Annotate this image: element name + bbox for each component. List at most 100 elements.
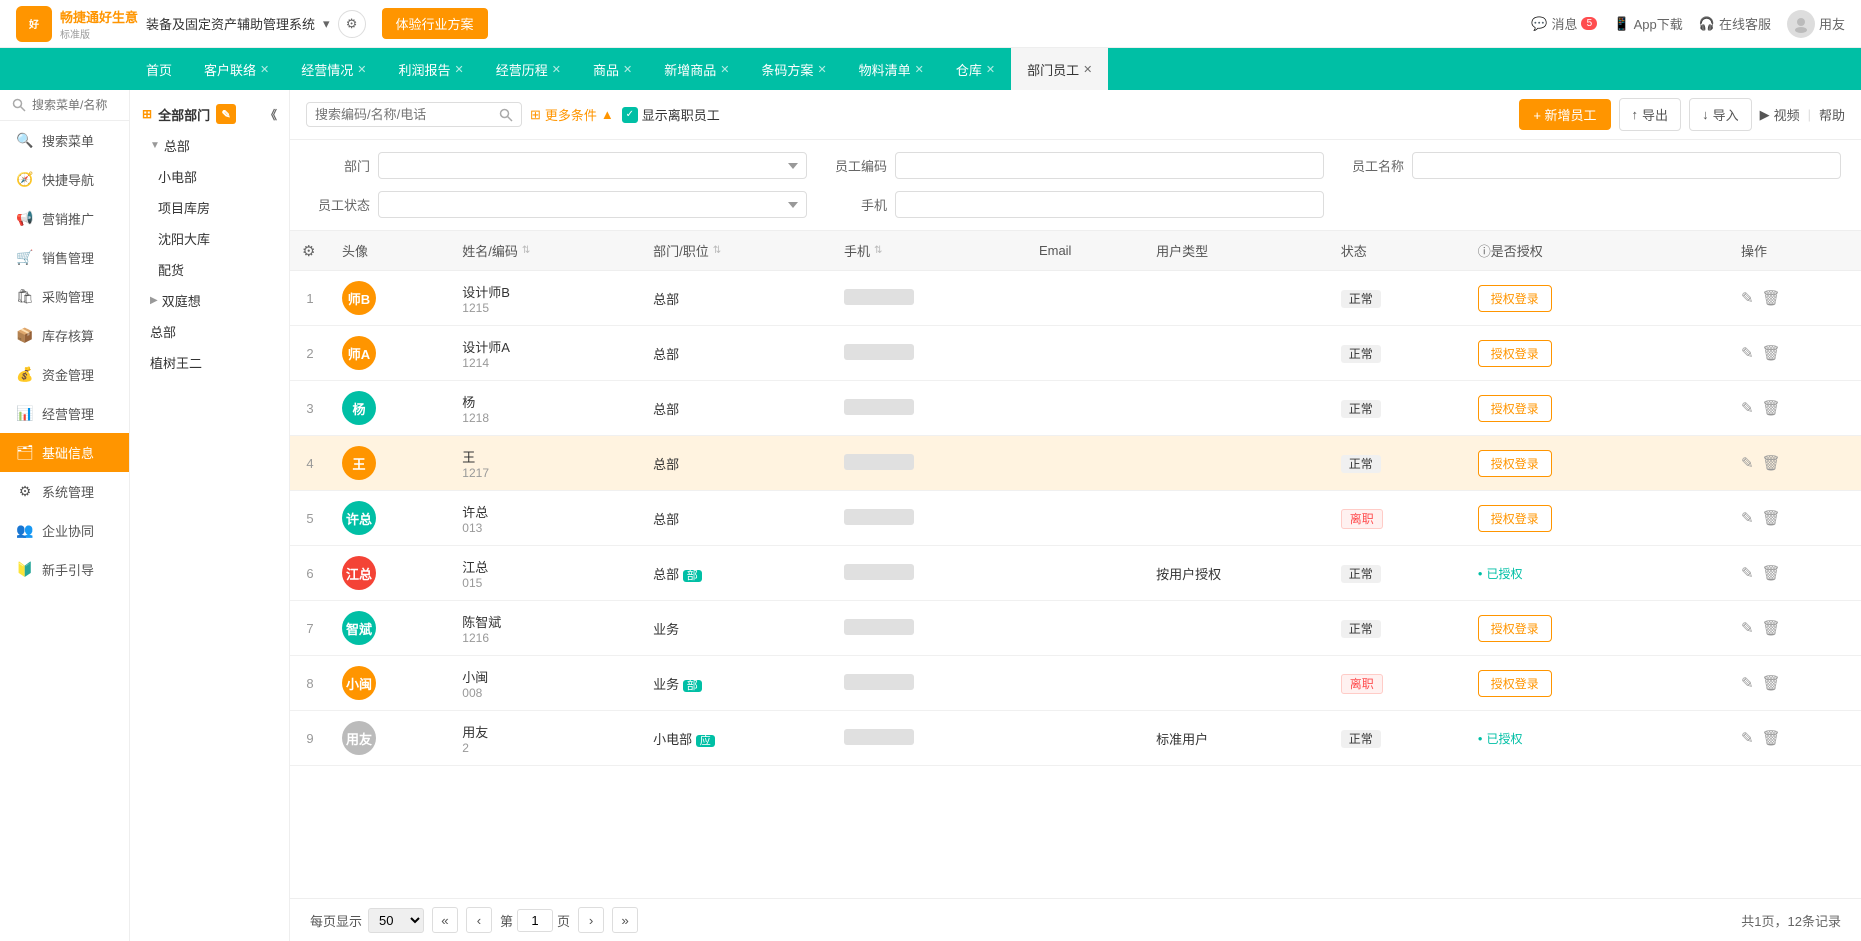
sidebar-item-stock[interactable]: 📦 库存核算	[0, 316, 129, 355]
delete-icon[interactable]: 🗑	[1762, 674, 1781, 692]
edit-icon[interactable]: ✎	[1741, 344, 1754, 362]
sidebar-item-finance[interactable]: 💰 资金管理	[0, 355, 129, 394]
sidebar-item-purchase[interactable]: 🛍 采购管理	[0, 277, 129, 316]
delete-icon[interactable]: 🗑	[1762, 619, 1781, 637]
tab-new-goods[interactable]: 新增商品✕	[648, 48, 745, 90]
sidebar-item-marketing[interactable]: 📢 营销推广	[0, 199, 129, 238]
op-icons: ✎ 🗑	[1741, 619, 1849, 637]
delete-icon[interactable]: 🗑	[1762, 729, 1781, 747]
sidebar-item-system[interactable]: ⚙ 系统管理	[0, 472, 129, 511]
auth-login-btn[interactable]: 授权登录	[1478, 340, 1552, 367]
sidebar-item-nav[interactable]: 🧭 快捷导航	[0, 160, 129, 199]
sidebar-item-search[interactable]: 🔍 搜索菜单	[0, 121, 129, 160]
settings-icon[interactable]: ⚙	[338, 10, 366, 38]
auth-login-btn[interactable]: 授权登录	[1478, 615, 1552, 642]
td-action: ✎ 🗑	[1729, 656, 1861, 711]
tab-customer[interactable]: 客户联络✕	[188, 48, 285, 90]
search-input[interactable]	[315, 107, 495, 122]
dept-tree-item-zhishu[interactable]: 植树王二	[130, 347, 289, 378]
edit-icon[interactable]: ✎	[1741, 729, 1754, 747]
filter-dept-select[interactable]	[378, 152, 807, 179]
tab-employees[interactable]: 部门员工✕	[1011, 48, 1108, 90]
tab-barcode[interactable]: 条码方案✕	[745, 48, 842, 90]
td-status: 离职	[1329, 491, 1466, 546]
dept-tree-item-peihuo[interactable]: 配货	[130, 254, 289, 285]
th-phone[interactable]: 手机 ⇅	[832, 231, 1027, 271]
sidebar-search-input[interactable]	[32, 98, 117, 112]
dept-edit-icon[interactable]: ✎	[216, 104, 236, 124]
per-page-select[interactable]: 50 20 100	[368, 908, 424, 933]
edit-icon[interactable]: ✎	[1741, 564, 1754, 582]
dept-collapse-icon[interactable]: 《	[265, 106, 277, 123]
th-dept[interactable]: 部门/职位 ⇅	[641, 231, 832, 271]
filter-phone-input[interactable]	[895, 191, 1324, 218]
dept-tree-item-shenyang[interactable]: 沈阳大库	[130, 223, 289, 254]
delete-icon[interactable]: 🗑	[1762, 344, 1781, 362]
edit-icon[interactable]: ✎	[1741, 454, 1754, 472]
delete-icon[interactable]: 🗑	[1762, 454, 1781, 472]
delete-icon[interactable]: 🗑	[1762, 564, 1781, 582]
import-btn[interactable]: ↓ 导入	[1689, 98, 1752, 131]
tab-goods[interactable]: 商品✕	[577, 48, 648, 90]
edit-icon[interactable]: ✎	[1741, 674, 1754, 692]
filter-status-select[interactable]	[378, 191, 807, 218]
tab-bom[interactable]: 物料清单✕	[843, 48, 940, 90]
show-resigned-toggle[interactable]: ✓ 显示离职员工	[622, 105, 720, 124]
dept-tree-item-zongbu-root[interactable]: ▼ 总部	[130, 130, 289, 161]
last-page-btn[interactable]: »	[612, 907, 638, 933]
user-area[interactable]: 用友	[1787, 10, 1845, 38]
message-btn[interactable]: 💬 消息 5	[1531, 14, 1597, 33]
tab-home[interactable]: 首页	[130, 48, 188, 90]
auth-login-btn[interactable]: 授权登录	[1478, 670, 1552, 697]
tab-profit[interactable]: 利润报告✕	[382, 48, 479, 90]
edit-icon[interactable]: ✎	[1741, 509, 1754, 527]
filter-empname-input[interactable]	[1412, 152, 1841, 179]
tab-history[interactable]: 经营历程✕	[480, 48, 577, 90]
edit-icon[interactable]: ✎	[1741, 289, 1754, 307]
sidebar-item-sales[interactable]: 🛒 销售管理	[0, 238, 129, 277]
tab-operation[interactable]: 经营情况✕	[285, 48, 382, 90]
sidebar-item-collab[interactable]: 👥 企业协同	[0, 511, 129, 550]
edit-icon[interactable]: ✎	[1741, 399, 1754, 417]
system-dropdown-icon[interactable]: ▾	[323, 16, 330, 32]
filter-more-btn[interactable]: ⊞ 更多条件 ▲	[530, 105, 614, 124]
sidebar-search[interactable]	[0, 90, 129, 121]
first-page-btn[interactable]: «	[432, 907, 458, 933]
add-employee-btn[interactable]: + 新增员工	[1519, 99, 1610, 130]
next-page-btn[interactable]: ›	[578, 907, 604, 933]
delete-icon[interactable]: 🗑	[1762, 399, 1781, 417]
filter-dept-label: 部门	[310, 156, 370, 175]
dept-tree-item-project[interactable]: 项目库房	[130, 192, 289, 223]
search-input-wrap[interactable]	[306, 102, 522, 127]
tab-warehouse[interactable]: 仓库✕	[940, 48, 1011, 90]
trial-btn[interactable]: 体验行业方案	[382, 8, 488, 39]
sidebar-item-guide[interactable]: 🔰 新手引导	[0, 550, 129, 589]
phone-blurred	[844, 289, 914, 305]
delete-icon[interactable]: 🗑	[1762, 289, 1781, 307]
help-btn[interactable]: 帮助	[1819, 105, 1845, 124]
auth-login-btn[interactable]: 授权登录	[1478, 450, 1552, 477]
phone-blurred	[844, 674, 914, 690]
page-input[interactable]	[517, 909, 553, 932]
app-download-btn[interactable]: 📱 App下载	[1613, 14, 1682, 33]
auth-login-btn[interactable]: 授权登录	[1478, 505, 1552, 532]
edit-icon[interactable]: ✎	[1741, 619, 1754, 637]
prev-page-btn[interactable]: ‹	[466, 907, 492, 933]
th-settings[interactable]: ⚙	[290, 231, 330, 271]
auth-login-btn[interactable]: 授权登录	[1478, 285, 1552, 312]
dept-tree-item-xiaodian[interactable]: 小电部	[130, 161, 289, 192]
export-btn[interactable]: ↑ 导出	[1619, 98, 1682, 131]
filter-empcode-input[interactable]	[895, 152, 1324, 179]
status-badge: 正常	[1341, 345, 1381, 363]
auth-login-btn[interactable]: 授权登录	[1478, 395, 1552, 422]
dept-tree-item-zongbu[interactable]: 总部	[130, 316, 289, 347]
sidebar-item-basic[interactable]: 🗂 基础信息	[0, 433, 129, 472]
sidebar-item-business[interactable]: 📊 经营管理	[0, 394, 129, 433]
view-btn[interactable]: ▶ 视频	[1760, 105, 1800, 124]
delete-icon[interactable]: 🗑	[1762, 509, 1781, 527]
online-service-btn[interactable]: 🎧 在线客服	[1699, 14, 1771, 33]
td-usertype	[1144, 381, 1329, 436]
dept-tree-item-shuangting[interactable]: ▶ 双庭想	[130, 285, 289, 316]
td-avatar: 江总	[330, 546, 450, 601]
th-name[interactable]: 姓名/编码 ⇅	[450, 231, 641, 271]
